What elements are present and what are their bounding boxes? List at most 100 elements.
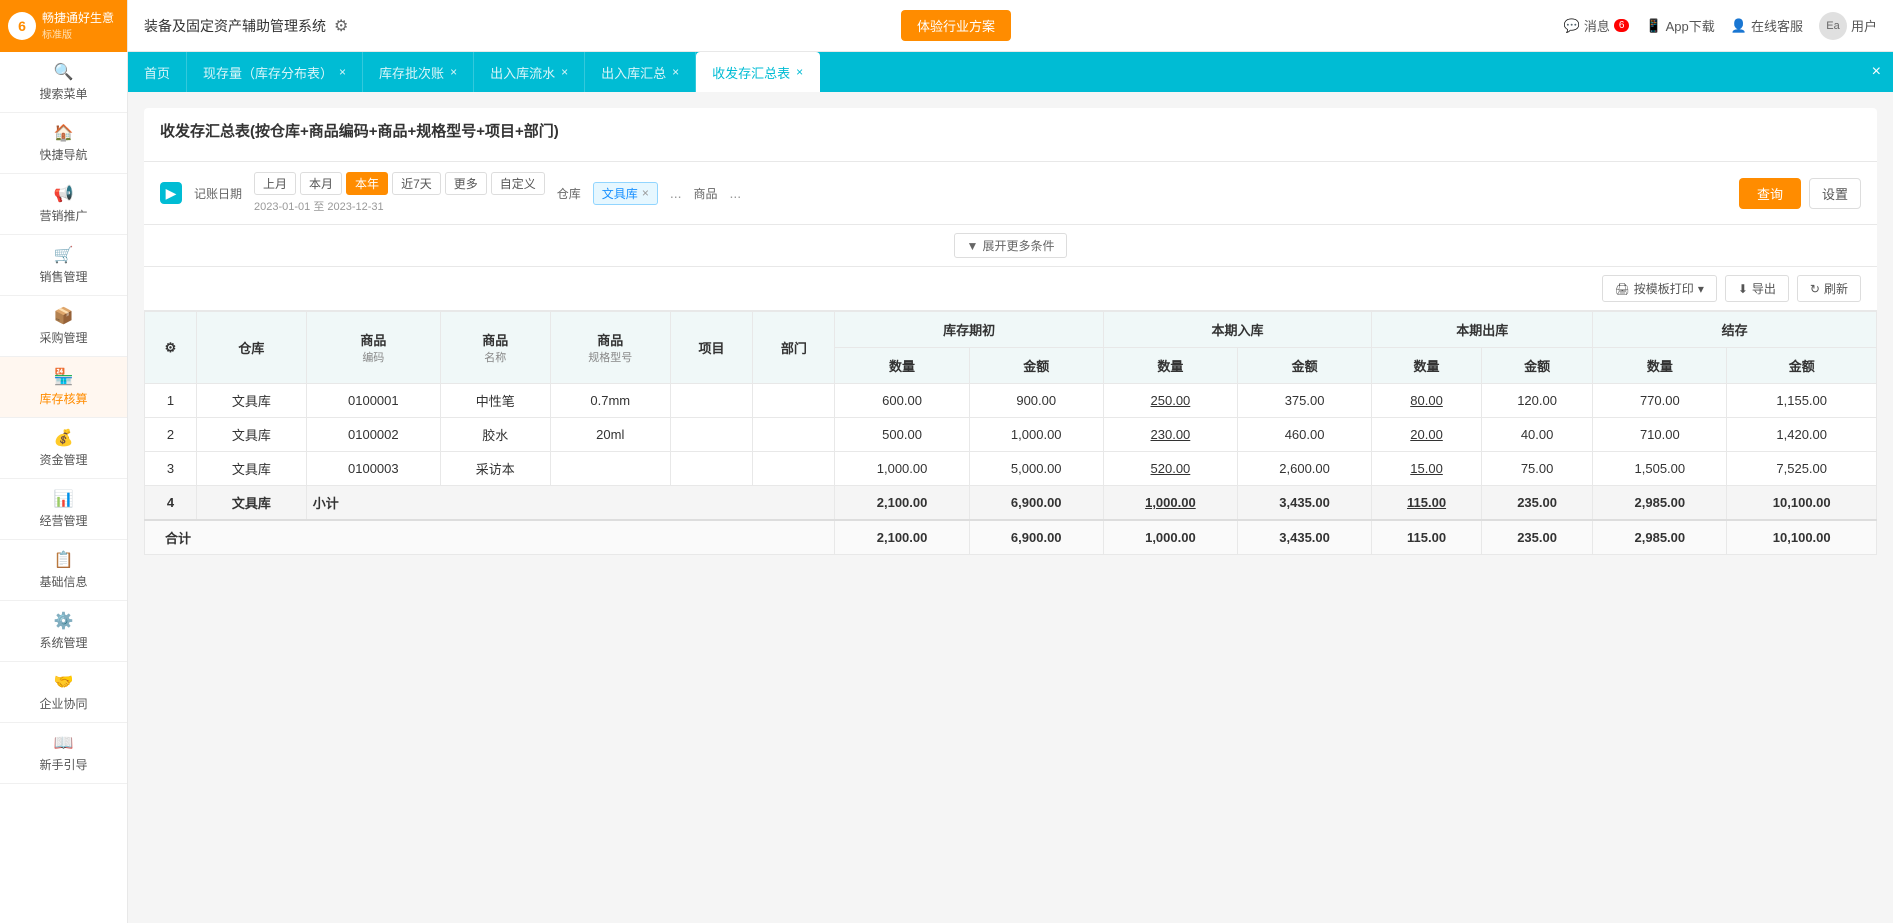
marketing-icon: 📢: [54, 184, 74, 204]
export-icon: ⬇: [1738, 282, 1748, 296]
cell-warehouse: 文具库: [197, 452, 307, 486]
th-in: 本期入库: [1103, 312, 1371, 348]
date-btn-7days[interactable]: 近7天: [392, 172, 441, 195]
tab-close-stock-dist[interactable]: ×: [339, 65, 346, 79]
sub-in-amt: 3,435.00: [1237, 486, 1371, 521]
operation-icon: 📊: [54, 489, 74, 509]
tab-inout-summary[interactable]: 出入库汇总×: [585, 52, 696, 92]
sidebar-item-system[interactable]: ⚙️系统管理: [0, 601, 127, 662]
sidebar-item-search[interactable]: 🔍搜索菜单: [0, 52, 127, 113]
expand-conditions-btn[interactable]: ▼ 展开更多条件: [954, 233, 1068, 258]
th-spec: 商品规格型号: [550, 312, 670, 384]
warehouse-ellipsis[interactable]: ...: [670, 185, 682, 201]
page-header: 收发存汇总表(按仓库+商品编码+商品+规格型号+项目+部门): [144, 108, 1877, 162]
tab-close-inout-flow[interactable]: ×: [561, 65, 568, 79]
warehouse-label: 仓库: [557, 185, 581, 202]
user-item[interactable]: Ea 用户: [1819, 12, 1877, 40]
warehouse-tag[interactable]: 文具库 ×: [593, 182, 658, 205]
data-table-wrap: ⚙ 仓库 商品编码 商品名称 商品规格型号 项目 部门 库存期初 本期入库 本期…: [144, 311, 1877, 555]
cell-bal-qty: 710.00: [1593, 418, 1727, 452]
sub-in-qty[interactable]: 1,000.00: [1103, 486, 1237, 521]
tab-label-recv-send: 收发存汇总表: [712, 63, 790, 82]
tab-batch[interactable]: 库存批次账×: [363, 52, 474, 92]
sidebar-item-guide[interactable]: 📖新手引导: [0, 723, 127, 784]
date-btn-prev-month[interactable]: 上月: [254, 172, 296, 195]
cell-spec: 20ml: [550, 418, 670, 452]
cell-init-qty: 500.00: [835, 418, 969, 452]
print-icon: 🖨: [1615, 282, 1630, 296]
cell-init-amt: 900.00: [969, 384, 1103, 418]
online-service-item[interactable]: 👤 在线客服: [1731, 16, 1803, 35]
cell-out-qty[interactable]: 80.00: [1372, 384, 1482, 418]
sidebar-item-operation[interactable]: 📊经营管理: [0, 479, 127, 540]
tab-close-batch[interactable]: ×: [450, 65, 457, 79]
system-icon: ⚙️: [54, 611, 74, 631]
th-in-amt: 金额: [1237, 348, 1371, 384]
filter-right: 查询 设置: [1739, 178, 1861, 209]
th-bal: 结存: [1593, 312, 1877, 348]
cell-bal-qty: 1,505.00: [1593, 452, 1727, 486]
close-all-tabs[interactable]: ×: [1872, 63, 1881, 81]
print-btn[interactable]: 🖨 按模板打印 ▾: [1602, 275, 1717, 302]
query-btn[interactable]: 查询: [1739, 178, 1801, 209]
sidebar-item-sales[interactable]: 🛒销售管理: [0, 235, 127, 296]
tab-label-inout-flow: 出入库流水: [490, 63, 555, 82]
filter-toggle-btn[interactable]: ▶: [160, 182, 182, 204]
sidebar-item-stock[interactable]: 🏪库存核算: [0, 357, 127, 418]
cell-in-qty[interactable]: 250.00: [1103, 384, 1237, 418]
sidebar-item-quick-nav[interactable]: 🏠快捷导航: [0, 113, 127, 174]
sidebar-item-finance[interactable]: 💰资金管理: [0, 418, 127, 479]
setting-btn[interactable]: 设置: [1809, 178, 1861, 209]
experience-btn[interactable]: 体验行业方案: [901, 10, 1011, 41]
th-out-qty: 数量: [1372, 348, 1482, 384]
sidebar-item-collab[interactable]: 🤝企业协同: [0, 662, 127, 723]
message-icon: 💬: [1564, 18, 1580, 34]
sub-out-qty[interactable]: 115.00: [1372, 486, 1482, 521]
app-download-item[interactable]: 📱 App下载: [1645, 16, 1714, 35]
goods-ellipsis[interactable]: ...: [730, 185, 742, 201]
tab-close-inout-summary[interactable]: ×: [672, 65, 679, 79]
th-init: 库存期初: [835, 312, 1103, 348]
message-item[interactable]: 💬 消息 6: [1564, 16, 1630, 35]
sidebar-item-basic[interactable]: 📋基础信息: [0, 540, 127, 601]
service-icon: 👤: [1731, 18, 1747, 34]
tab-close-recv-send[interactable]: ×: [796, 65, 803, 79]
refresh-btn[interactable]: ↻ 刷新: [1797, 275, 1861, 302]
cell-out-amt: 40.00: [1481, 418, 1592, 452]
date-btn-cur-month[interactable]: 本月: [300, 172, 342, 195]
gear-icon[interactable]: ⚙: [334, 16, 348, 36]
cell-init-qty: 1,000.00: [835, 452, 969, 486]
cell-out-qty[interactable]: 15.00: [1372, 452, 1482, 486]
expand-icon: ▼: [967, 239, 979, 253]
date-range-text: 2023-01-01 至 2023-12-31: [254, 198, 545, 214]
cell-in-amt: 375.00: [1237, 384, 1371, 418]
message-badge: 6: [1614, 19, 1630, 32]
date-btn-cur-year[interactable]: 本年: [346, 172, 388, 195]
tab-inout-flow[interactable]: 出入库流水 ×: [474, 52, 585, 92]
export-btn[interactable]: ⬇ 导出: [1725, 275, 1789, 302]
table-footer: 合计 2,100.00 6,900.00 1,000.00 3,435.00 1…: [145, 520, 1877, 555]
cell-in-qty[interactable]: 520.00: [1103, 452, 1237, 486]
sub-label: 小计: [306, 486, 835, 521]
data-table: ⚙ 仓库 商品编码 商品名称 商品规格型号 项目 部门 库存期初 本期入库 本期…: [144, 311, 1877, 555]
tab-stock-dist[interactable]: 现存量（库存分布表）×: [187, 52, 363, 92]
cell-project: [670, 384, 752, 418]
tab-recv-send[interactable]: 收发存汇总表 ×: [696, 52, 820, 92]
warehouse-tag-close[interactable]: ×: [642, 186, 649, 200]
date-btn-more[interactable]: 更多: [445, 172, 487, 195]
total-init-amt: 6,900.00: [969, 520, 1103, 555]
cell-bal-amt: 7,525.00: [1727, 452, 1877, 486]
sidebar-item-purchase[interactable]: 📦采购管理: [0, 296, 127, 357]
sidebar-item-marketing[interactable]: 📢营销推广: [0, 174, 127, 235]
th-in-qty: 数量: [1103, 348, 1237, 384]
tab-home[interactable]: 首页: [128, 52, 187, 92]
th-settings[interactable]: ⚙: [145, 312, 197, 384]
total-bal-amt: 10,100.00: [1727, 520, 1877, 555]
cell-num: 3: [145, 452, 197, 486]
cell-in-qty[interactable]: 230.00: [1103, 418, 1237, 452]
date-btn-custom[interactable]: 自定义: [491, 172, 545, 195]
cell-out-qty[interactable]: 20.00: [1372, 418, 1482, 452]
subtotal-row: 4 文具库 小计 2,100.00 6,900.00 1,000.00 3,43…: [145, 486, 1877, 521]
table-row: 3 文具库 0100003 采访本 1,000.00 5,000.00 520.…: [145, 452, 1877, 486]
collab-icon: 🤝: [54, 672, 74, 692]
